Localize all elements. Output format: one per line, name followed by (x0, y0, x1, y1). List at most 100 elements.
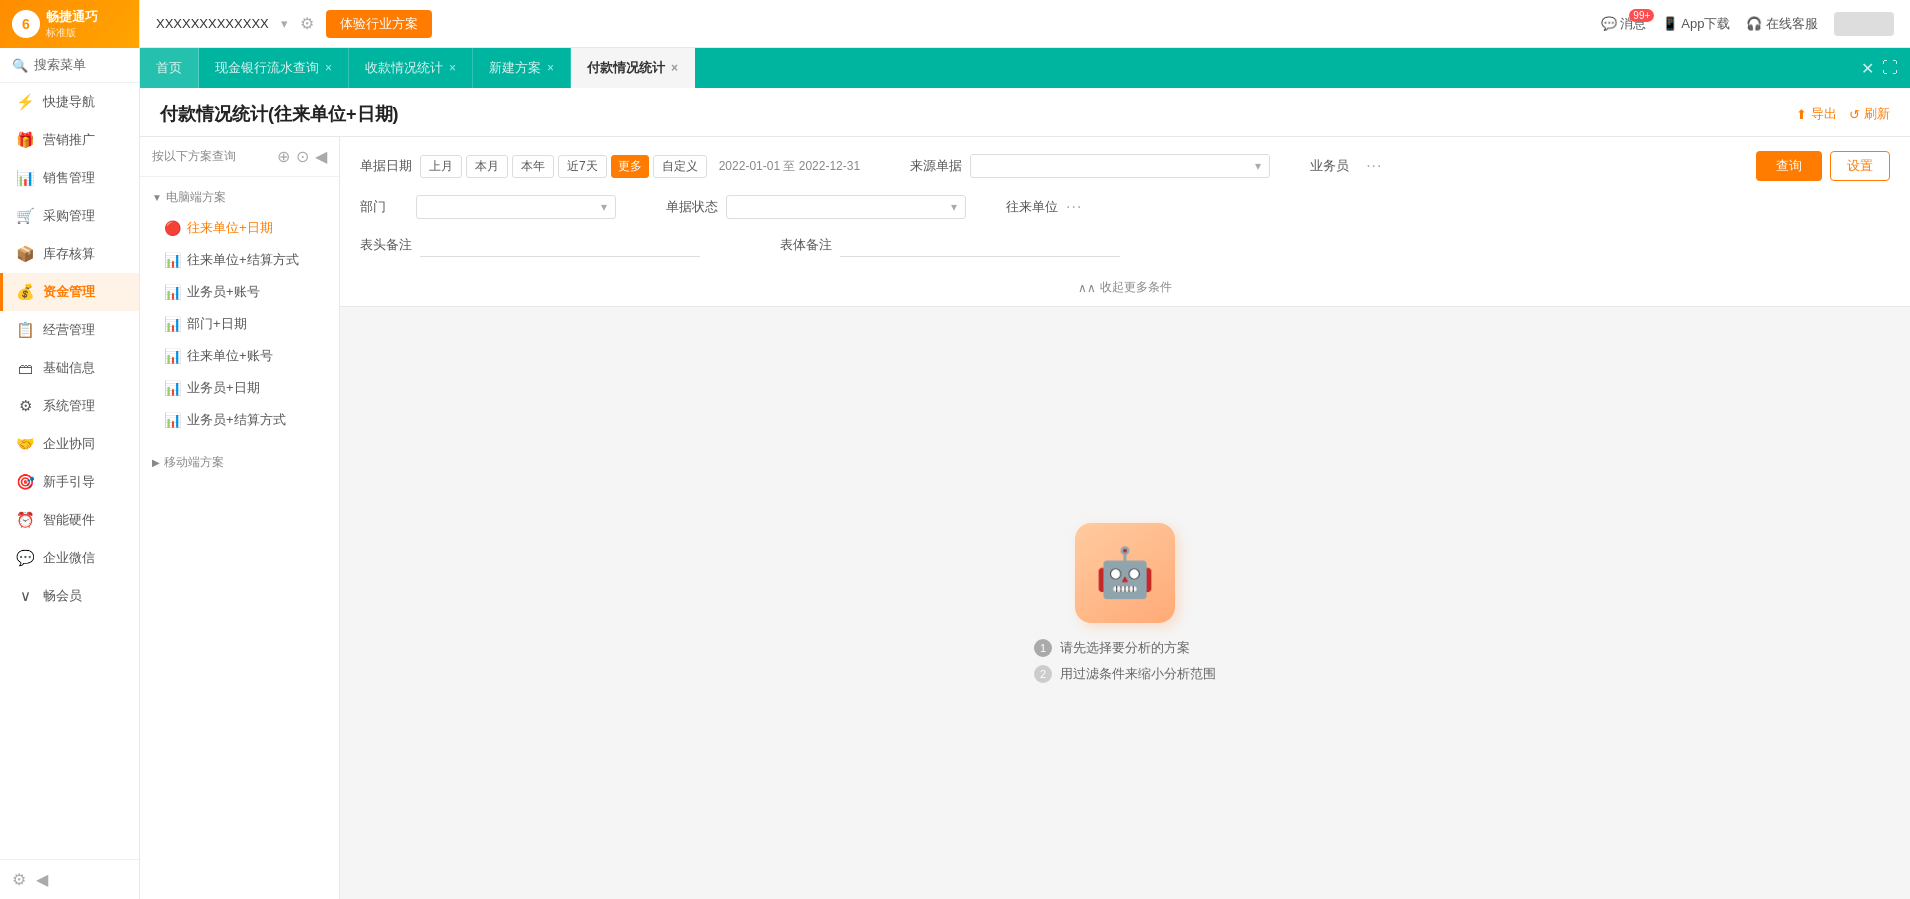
app-download-btn[interactable]: 📱 App下载 (1662, 15, 1730, 33)
tab-close-all-btn[interactable]: ✕ (1861, 59, 1874, 78)
filter-salesman-item: 业务员 ··· (1310, 157, 1382, 175)
tab-payments[interactable]: 付款情况统计 × (571, 48, 695, 88)
body-note-label: 表体备注 (780, 236, 832, 254)
tab-bank[interactable]: 现金银行流水查询 × (199, 48, 349, 88)
collapse-label: 收起更多条件 (1100, 279, 1172, 296)
mobile-group-header[interactable]: ▶ 移动端方案 (140, 448, 339, 477)
scheme-dept-date[interactable]: 📊 部门+日期 (140, 308, 339, 340)
tab-new-scheme-close[interactable]: × (547, 61, 554, 75)
sidebar-item-inventory[interactable]: 📦 库存核算 (0, 235, 139, 273)
filter-date-item: 单据日期 上月 本月 本年 近7天 更多 自定义 2022-01-01 至 20… (360, 155, 860, 178)
scheme-partner-account[interactable]: 📊 往来单位+账号 (140, 340, 339, 372)
settings-gear-icon[interactable]: ⚙ (300, 14, 314, 33)
empty-hints: 1 请先选择要分析的方案 2 用过滤条件来缩小分析范围 (1034, 639, 1216, 683)
sidebar-item-member[interactable]: ∨ 畅会员 (0, 577, 139, 615)
hint-text-1: 请先选择要分析的方案 (1060, 639, 1190, 657)
sidebar-item-sales[interactable]: 📊 销售管理 (0, 159, 139, 197)
search-menu-label: 搜索菜单 (34, 56, 86, 74)
sidebar-item-label: 采购管理 (43, 207, 95, 225)
scheme-salesman-date[interactable]: 📊 业务员+日期 (140, 372, 339, 404)
docstatus-select[interactable]: ▾ (726, 195, 966, 219)
collapse-sidebar-icon[interactable]: ◀ (36, 870, 48, 889)
date-btn-last-month[interactable]: 上月 (420, 155, 462, 178)
sidebar-item-label: 资金管理 (43, 283, 95, 301)
page-header-actions: ⬆ 导出 ↺ 刷新 (1796, 105, 1890, 123)
page-content: 付款情况统计(往来单位+日期) ⬆ 导出 ↺ 刷新 按以下方案查询 ⊕ (140, 88, 1910, 899)
scheme-item-label: 业务员+账号 (187, 283, 260, 301)
sidebar-item-enterprise[interactable]: 🤝 企业协同 (0, 425, 139, 463)
tab-receipts-label: 收款情况统计 (365, 59, 443, 77)
tab-home[interactable]: 首页 (140, 48, 199, 88)
date-filter-buttons: 上月 本月 本年 近7天 更多 自定义 (420, 155, 707, 178)
try-scheme-button[interactable]: 体验行业方案 (326, 10, 432, 38)
search-menu[interactable]: 🔍 搜索菜单 (0, 48, 139, 83)
data-empty-area: 🤖 1 请先选择要分析的方案 2 用过滤条件来缩小分析范围 (340, 307, 1910, 899)
scheme-item-label: 往来单位+账号 (187, 347, 273, 365)
scheme-partner-date[interactable]: 🔴 往来单位+日期 (140, 212, 339, 244)
empty-illustration: 🤖 1 请先选择要分析的方案 2 用过滤条件来缩小分析范围 (1034, 523, 1216, 683)
user-avatar[interactable] (1834, 12, 1894, 36)
message-btn[interactable]: 💬 消息 99+ (1601, 15, 1647, 33)
add-scheme-icon[interactable]: ⊕ (277, 147, 290, 166)
topbar-actions: 💬 消息 99+ 📱 App下载 🎧 在线客服 (1601, 12, 1894, 36)
scheme-partner-settle[interactable]: 📊 往来单位+结算方式 (140, 244, 339, 276)
export-icon: ⬆ (1796, 107, 1807, 122)
guide-icon: 🎯 (15, 473, 35, 491)
purchase-icon: 🛒 (15, 207, 35, 225)
operation-icon: 📋 (15, 321, 35, 339)
message-icon: 💬 (1601, 16, 1617, 31)
date-btn-7days[interactable]: 近7天 (558, 155, 607, 178)
scheme-settings-icon[interactable]: ⊙ (296, 147, 309, 166)
salesman-picker[interactable]: ··· (1366, 157, 1382, 175)
sidebar-item-purchase[interactable]: 🛒 采购管理 (0, 197, 139, 235)
company-dropdown-arrow[interactable]: ▾ (281, 16, 288, 31)
body-note-input[interactable] (840, 233, 1120, 257)
online-service-btn[interactable]: 🎧 在线客服 (1746, 15, 1818, 33)
source-select[interactable]: ▾ (970, 154, 1270, 178)
scheme-panel-header: 按以下方案查询 ⊕ ⊙ ◀ (140, 137, 339, 177)
source-filter-label: 来源单据 (910, 157, 962, 175)
search-icon: 🔍 (12, 58, 28, 73)
tab-receipts[interactable]: 收款情况统计 × (349, 48, 473, 88)
desktop-group-label: 电脑端方案 (166, 189, 226, 206)
date-btn-this-month[interactable]: 本月 (466, 155, 508, 178)
filter-main-content: 单据日期 上月 本月 本年 近7天 更多 自定义 2022-01-01 至 20… (340, 137, 1910, 899)
sidebar-header: 6 畅捷通巧 标准版 (0, 0, 139, 48)
query-button[interactable]: 查询 (1756, 151, 1822, 181)
sidebar-item-finance[interactable]: 💰 资金管理 (0, 273, 139, 311)
tab-payments-close[interactable]: × (671, 61, 678, 75)
sidebar-item-guide[interactable]: 🎯 新手引导 (0, 463, 139, 501)
tab-bank-close[interactable]: × (325, 61, 332, 75)
desktop-group-header[interactable]: ▼ 电脑端方案 (140, 183, 339, 212)
tab-new-scheme[interactable]: 新建方案 × (473, 48, 571, 88)
sidebar: 6 畅捷通巧 标准版 🔍 搜索菜单 ⚡ 快捷导航 🎁 营销推广 📊 销售管理 🛒… (0, 0, 140, 899)
partner-picker[interactable]: ··· (1066, 198, 1082, 216)
collapse-filter-btn[interactable]: ∧∧ 收起更多条件 (360, 271, 1890, 306)
date-btn-custom[interactable]: 自定义 (653, 155, 707, 178)
date-btn-this-year[interactable]: 本年 (512, 155, 554, 178)
sidebar-item-quick-nav[interactable]: ⚡ 快捷导航 (0, 83, 139, 121)
settings-button[interactable]: 设置 (1830, 151, 1890, 181)
hint-num-1: 1 (1034, 639, 1052, 657)
filter-header-note-item: 表头备注 (360, 233, 700, 257)
page-header: 付款情况统计(往来单位+日期) ⬆ 导出 ↺ 刷新 (140, 88, 1910, 137)
filter-row-1: 单据日期 上月 本月 本年 近7天 更多 自定义 2022-01-01 至 20… (360, 151, 1890, 181)
export-button[interactable]: ⬆ 导出 (1796, 105, 1837, 123)
tab-receipts-close[interactable]: × (449, 61, 456, 75)
scheme-salesman-account[interactable]: 📊 业务员+账号 (140, 276, 339, 308)
settings-footer-icon[interactable]: ⚙ (12, 870, 26, 889)
sidebar-item-operation[interactable]: 📋 经营管理 (0, 311, 139, 349)
date-btn-more[interactable]: 更多 (611, 155, 649, 178)
refresh-button[interactable]: ↺ 刷新 (1849, 105, 1890, 123)
sidebar-item-weixin[interactable]: 💬 企业微信 (0, 539, 139, 577)
sidebar-item-label: 基础信息 (43, 359, 95, 377)
tab-maximize-btn[interactable]: ⛶ (1882, 59, 1898, 77)
sidebar-item-system[interactable]: ⚙ 系统管理 (0, 387, 139, 425)
dept-select[interactable]: ▾ (416, 195, 616, 219)
sidebar-item-hardware[interactable]: ⏰ 智能硬件 (0, 501, 139, 539)
sidebar-item-marketing[interactable]: 🎁 营销推广 (0, 121, 139, 159)
sidebar-item-basic[interactable]: 🗃 基础信息 (0, 349, 139, 387)
collapse-scheme-panel-icon[interactable]: ◀ (315, 147, 327, 166)
header-note-input[interactable] (420, 233, 700, 257)
scheme-salesman-settle[interactable]: 📊 业务员+结算方式 (140, 404, 339, 436)
